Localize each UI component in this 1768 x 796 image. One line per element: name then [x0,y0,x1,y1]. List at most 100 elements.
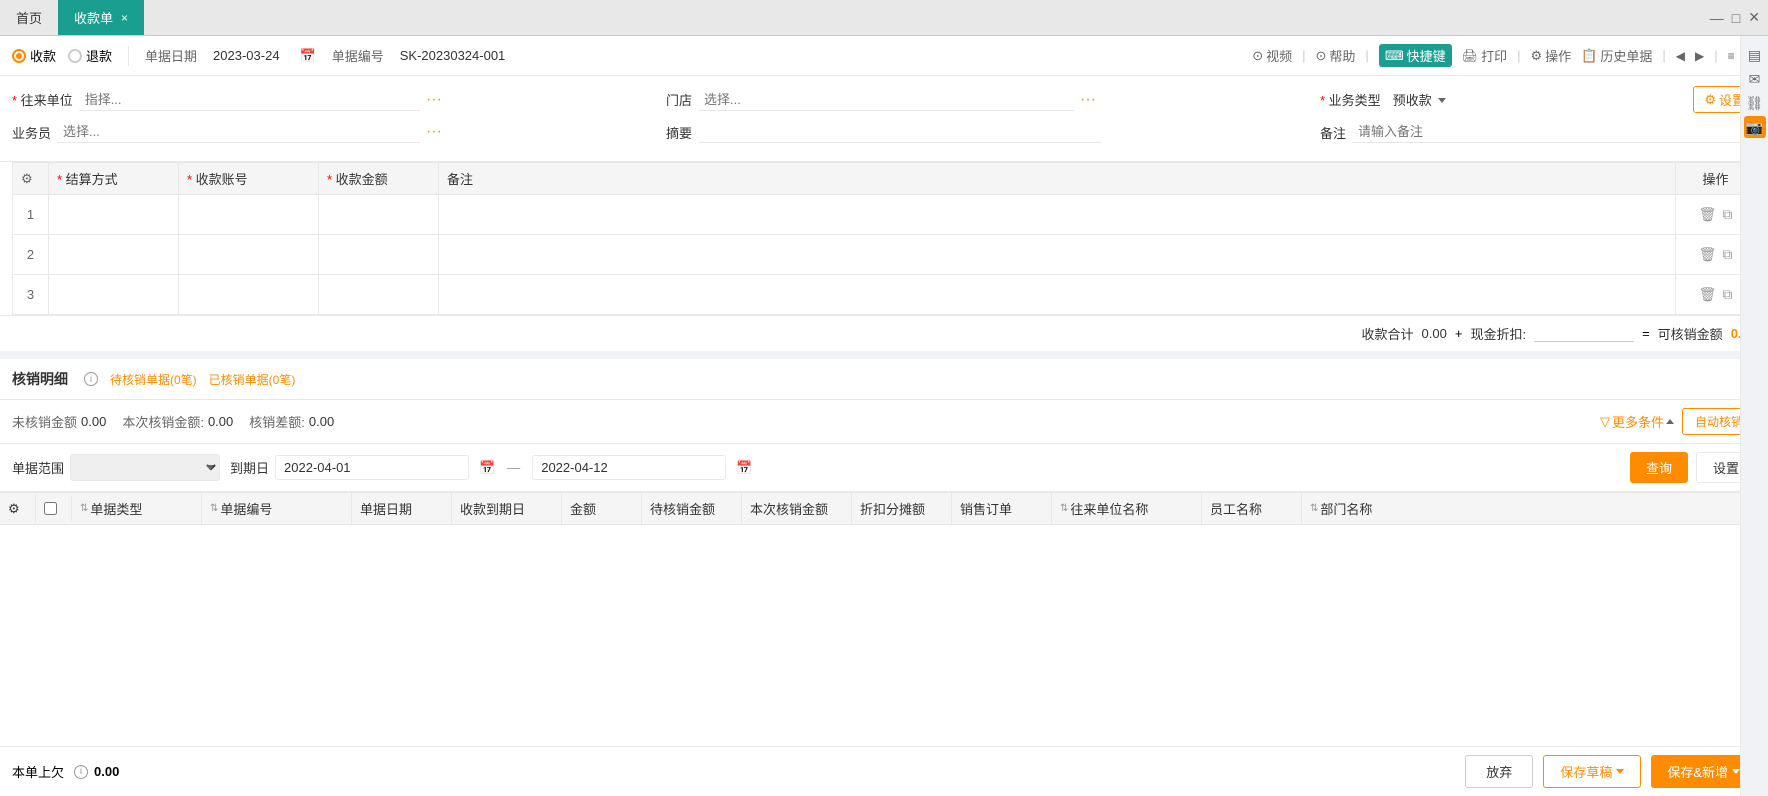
counterpart-input[interactable] [79,89,420,111]
bottom-table-header: ⚙ ⇅ 单据类型 ⇅ 单据编号 单据日期 收款到期日 金额 [0,492,1768,525]
staff-field: 业务员 ··· [12,121,448,143]
help-btn[interactable]: ⊙ 帮助 [1316,46,1356,65]
top-toolbar: 收款 退款 单据日期 2023-03-24 📅 单据编号 SK-20230324… [0,36,1768,76]
number-label: 单据编号 [332,46,384,65]
abandon-button[interactable]: 放弃 [1465,755,1533,788]
diff-stat: 核销差额: 0.00 [249,412,334,431]
bottom-col-checkbox [36,496,72,521]
hexiao-pending-tab[interactable]: 待核销单据(0笔) [110,371,197,388]
radio-tui[interactable]: 退款 [68,46,112,65]
select-all-checkbox[interactable] [44,502,57,515]
staff-more[interactable]: ··· [420,123,448,141]
row-1-settle[interactable] [49,195,179,235]
bottom-col-number[interactable]: ⇅ 单据编号 [202,493,352,524]
staff-input[interactable] [57,121,420,143]
summary-input[interactable] [698,121,1102,143]
hexiao-done-tab[interactable]: 已核销单据(0笔) [209,371,296,388]
row-1-remark[interactable] [439,195,1676,235]
restore-icon[interactable]: □ [1732,10,1740,26]
minimize-icon[interactable]: — [1710,10,1724,26]
row-3-remark[interactable] [439,275,1676,315]
business-type-label: 业务类型 [1320,90,1387,109]
row-1-delete-icon[interactable]: 🗑 [1699,206,1717,223]
bottom-col-counterpart[interactable]: ⇅ 往来单位名称 [1052,493,1202,524]
date-to-input[interactable] [532,455,726,480]
date-picker-icon[interactable]: 📅 [300,48,316,64]
hexiao-info-icon[interactable]: i [84,372,98,386]
row-1-amount[interactable] [319,195,439,235]
date-from-input[interactable] [275,455,469,480]
sort-icon-counterpart: ⇅ [1060,503,1068,514]
date-value: 2023-03-24 [213,48,280,63]
col-current-label: 本次核销金额 [750,499,828,518]
unchecked-stat: 未核销金额 0.00 [12,412,106,431]
col-amount-header: 收款金额 [319,163,439,195]
row-3-amount[interactable] [319,275,439,315]
save-draft-label: 保存草稿 [1560,762,1612,781]
row-1-copy-icon[interactable]: ⧉ [1722,206,1732,223]
row-3-delete-icon[interactable]: 🗑 [1699,286,1717,303]
print-label: 打印 [1481,46,1507,65]
row-3-copy-icon[interactable]: ⧉ [1722,286,1732,303]
filter-row: 单据范围 到期日 📅 — 📅 查询 设置 [0,444,1768,492]
row-2-remark[interactable] [439,235,1676,275]
tab-home[interactable]: 首页 [0,0,58,35]
shortcut-btn[interactable]: ⌨ 快捷键 [1379,44,1452,67]
date-calendar-icon-to[interactable]: 📅 [736,460,752,476]
filter-right: 查询 设置 [1630,452,1756,483]
bottom-col-amount: 金额 [562,493,642,524]
store-input[interactable] [698,89,1074,111]
col-remark-header: 备注 [439,163,1676,195]
prev-info-icon[interactable]: i [74,765,88,779]
bottom-col-staff: 员工名称 [1202,493,1302,524]
bottom-col-type[interactable]: ⇅ 单据类型 [72,493,202,524]
col-staff-label: 员工名称 [1210,499,1262,518]
nav-prev-btn[interactable]: ◀ [1676,49,1685,63]
col-pending-label: 待核销金额 [650,499,715,518]
hexiao-section: 核销明细 i 待核销单据(0笔) 已核销单据(0笔) 未核销金额 0.00 本次… [0,359,1768,746]
tab-close-icon[interactable]: × [121,11,128,25]
print-btn[interactable]: 🖨 打印 [1462,46,1508,65]
sidebar-link-icon[interactable]: ⛓ [1744,92,1766,114]
query-button[interactable]: 查询 [1630,452,1688,483]
col-amount-label2: 金额 [570,499,596,518]
discount-input[interactable] [1534,326,1634,342]
history-btn[interactable]: 📋 历史单据 [1581,46,1652,65]
sidebar-mail-icon[interactable]: ✉ [1744,68,1766,90]
table-gear-icon[interactable]: ⚙ [21,171,33,186]
row-1-account[interactable] [179,195,319,235]
save-draft-button[interactable]: 保存草稿 [1543,755,1641,788]
video-btn[interactable]: ⊙ 视频 [1252,46,1292,65]
toolbar-divider-1 [128,46,129,66]
close-window-icon[interactable]: ✕ [1748,9,1760,26]
counterpart-more[interactable]: ··· [420,91,448,109]
tab-active[interactable]: 收款单 × [58,0,144,35]
nav-next-btn[interactable]: ▶ [1695,49,1704,63]
store-more[interactable]: ··· [1074,91,1102,109]
row-3-settle[interactable] [49,275,179,315]
business-type-arrow[interactable] [1438,92,1446,107]
date-calendar-icon-from[interactable]: 📅 [479,460,495,476]
form-row-2: 业务员 ··· 摘要 备注 [12,121,1756,143]
bottom-col-dept[interactable]: ⇅ 部门名称 [1302,493,1768,524]
tab-bar: 首页 收款单 × — □ ✕ [0,0,1768,36]
operation-btn[interactable]: ⚙ 操作 [1531,46,1572,65]
sidebar-camera-icon[interactable]: 📷 [1744,116,1766,138]
row-2-amount[interactable] [319,235,439,275]
radio-shou[interactable]: 收款 [12,46,56,65]
row-2-num: 2 [13,235,49,275]
total-label: 收款合计 [1362,324,1414,343]
remark-label: 备注 [1320,123,1352,142]
row-2-delete-icon[interactable]: 🗑 [1699,246,1717,263]
remark-input[interactable] [1352,121,1756,143]
more-conditions-btn[interactable]: ▽ 更多条件 [1600,412,1674,431]
bottom-gear-icon[interactable]: ⚙ [8,501,20,517]
row-2-copy-icon[interactable]: ⧉ [1722,246,1732,263]
range-select[interactable] [70,454,220,481]
tab-bar-window-controls: — □ ✕ [1710,9,1768,26]
sidebar-table-icon[interactable]: ▤ [1744,44,1766,66]
layout-btn[interactable]: ≡ [1728,49,1735,63]
row-3-account[interactable] [179,275,319,315]
row-2-account[interactable] [179,235,319,275]
row-2-settle[interactable] [49,235,179,275]
